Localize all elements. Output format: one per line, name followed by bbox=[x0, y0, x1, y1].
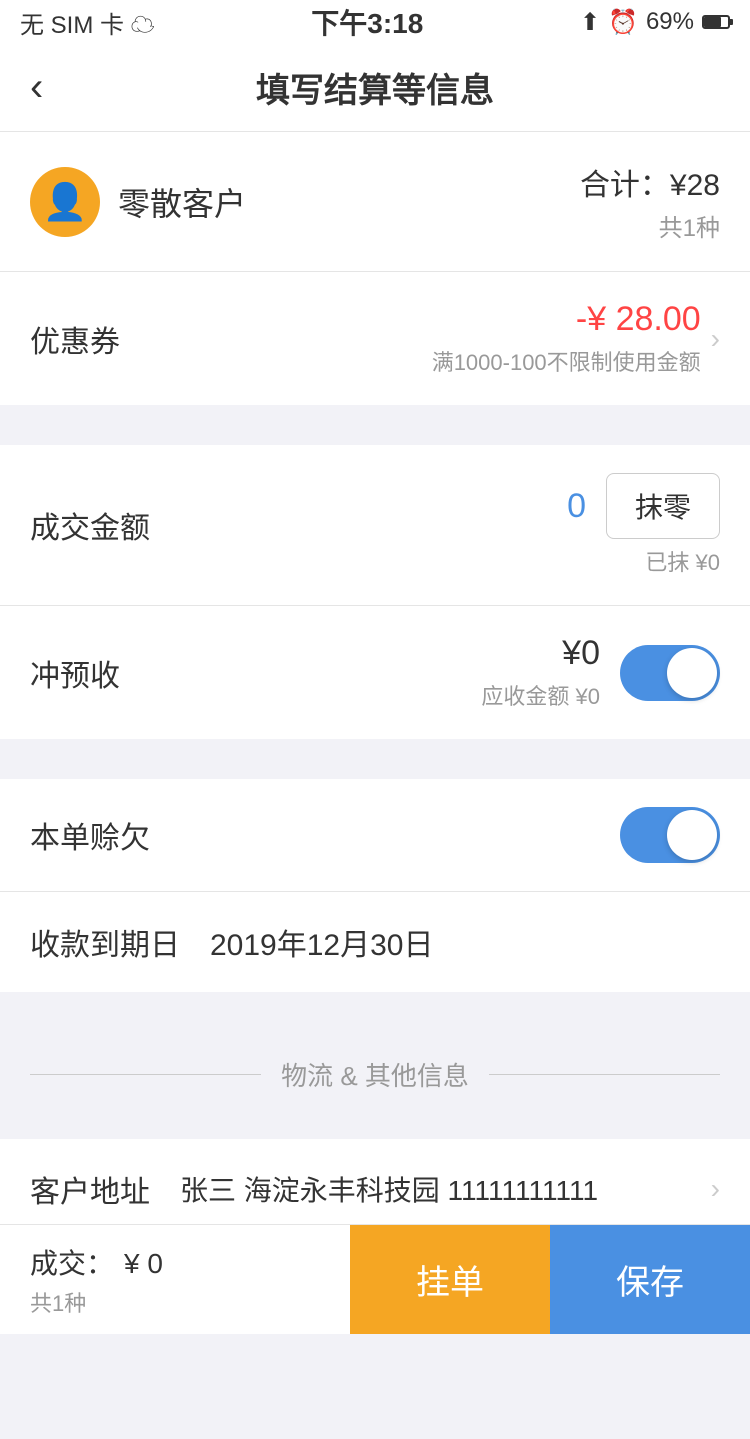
due-date-row: 收款到期日 2019年12月30日 bbox=[0, 892, 750, 992]
coupon-label: 优惠券 bbox=[30, 317, 120, 361]
battery-icon bbox=[702, 15, 730, 29]
prepayment-sub: 应收金额 ¥0 bbox=[481, 679, 600, 711]
footer-deal-amount: ¥ 0 bbox=[124, 1248, 163, 1280]
no-sim-text: 无 SIM 卡 ☁ bbox=[20, 5, 155, 40]
footer: 成交： ¥ 0 共1种 挂单 保存 bbox=[0, 1224, 750, 1334]
customer-section: 👤 零散客户 合计：¥28 共1种 优惠券 -¥ 28.00 满1000-100… bbox=[0, 132, 750, 405]
logistics-label: 物流 & 其他信息 bbox=[281, 1056, 469, 1093]
address-label: 客户地址 bbox=[30, 1167, 150, 1211]
debt-toggle[interactable] bbox=[620, 807, 720, 863]
debt-row: 本单赊欠 bbox=[0, 779, 750, 892]
customer-right: 合计：¥28 共1种 bbox=[580, 160, 720, 243]
nav-title: 填写结算等信息 bbox=[256, 63, 494, 112]
footer-deal: 成交： ¥ 0 bbox=[30, 1242, 320, 1282]
customer-name: 零散客户 bbox=[118, 179, 246, 225]
deal-amount-sub: 已抹 ¥0 bbox=[645, 545, 720, 577]
debt-toggle-knob bbox=[667, 810, 717, 860]
battery-text: 69% bbox=[646, 8, 694, 36]
debt-label: 本单赊欠 bbox=[30, 813, 150, 857]
logistics-line-right bbox=[489, 1074, 720, 1075]
status-left: 无 SIM 卡 ☁ bbox=[20, 5, 155, 40]
status-right: ⬆ ⏰ 69% bbox=[580, 8, 730, 37]
deal-amount-label: 成交金额 bbox=[30, 503, 150, 547]
customer-count: 共1种 bbox=[580, 208, 720, 243]
prepayment-amount: ¥0 bbox=[481, 634, 600, 673]
prepayment-row: 冲预收 ¥0 应收金额 ¥0 bbox=[0, 606, 750, 739]
coupon-amount: -¥ 28.00 bbox=[432, 300, 701, 339]
debt-section: 本单赊欠 收款到期日 2019年12月30日 bbox=[0, 779, 750, 992]
back-button[interactable]: ‹ bbox=[30, 65, 43, 110]
avatar: 👤 bbox=[30, 167, 100, 237]
coupon-desc: 满1000-100不限制使用金额 bbox=[432, 345, 701, 377]
customer-row: 👤 零散客户 合计：¥28 共1种 bbox=[0, 132, 750, 271]
divider-2 bbox=[0, 759, 750, 779]
deal-amount-right: 0 抹零 bbox=[546, 473, 720, 539]
due-date-value[interactable]: 2019年12月30日 bbox=[210, 920, 433, 964]
nav-bar: ‹ 填写结算等信息 bbox=[0, 44, 750, 132]
deal-amount-row: 成交金额 0 抹零 已抹 ¥0 bbox=[0, 445, 750, 606]
prepayment-toggle[interactable] bbox=[620, 645, 720, 701]
coupon-row[interactable]: 优惠券 -¥ 28.00 满1000-100不限制使用金额 › bbox=[0, 271, 750, 405]
save-button[interactable]: 保存 bbox=[550, 1225, 750, 1334]
customer-left: 👤 零散客户 bbox=[30, 167, 246, 237]
deal-amount-value[interactable]: 0 bbox=[546, 487, 586, 526]
status-bar: 无 SIM 卡 ☁ 下午3:18 ⬆ ⏰ 69% bbox=[0, 0, 750, 44]
prepayment-right: ¥0 应收金额 ¥0 bbox=[481, 634, 600, 711]
customer-total: 合计：¥28 bbox=[580, 160, 720, 204]
battery-fill bbox=[704, 17, 721, 27]
divider-3 bbox=[0, 1012, 750, 1032]
logistics-divider: 物流 & 其他信息 bbox=[0, 1032, 750, 1117]
deal-section: 成交金额 0 抹零 已抹 ¥0 冲预收 ¥0 应收金额 ¥0 bbox=[0, 445, 750, 739]
footer-count: 共1种 bbox=[30, 1286, 320, 1318]
divider-1 bbox=[0, 425, 750, 445]
prepayment-label: 冲预收 bbox=[30, 651, 120, 695]
hang-button[interactable]: 挂单 bbox=[350, 1225, 550, 1334]
address-value: 张三 海淀永丰科技园 11111111111 bbox=[180, 1169, 711, 1209]
location-icon: ⬆ bbox=[580, 8, 600, 37]
toggle-knob bbox=[667, 648, 717, 698]
alarm-icon: ⏰ bbox=[608, 8, 638, 37]
coupon-info: -¥ 28.00 满1000-100不限制使用金额 bbox=[432, 300, 701, 377]
status-time: 下午3:18 bbox=[311, 2, 423, 42]
chevron-right-icon: › bbox=[711, 323, 720, 355]
logistics-line-left bbox=[30, 1074, 261, 1075]
address-chevron-icon: › bbox=[711, 1173, 720, 1205]
footer-deal-label: 成交： bbox=[30, 1242, 114, 1282]
round-down-button[interactable]: 抹零 bbox=[606, 473, 720, 539]
logistics-section: 物流 & 其他信息 bbox=[0, 1032, 750, 1117]
avatar-icon: 👤 bbox=[43, 181, 88, 223]
due-date-label: 收款到期日 bbox=[30, 920, 180, 964]
footer-summary: 成交： ¥ 0 共1种 bbox=[0, 1225, 350, 1334]
coupon-right: -¥ 28.00 满1000-100不限制使用金额 › bbox=[432, 300, 720, 377]
